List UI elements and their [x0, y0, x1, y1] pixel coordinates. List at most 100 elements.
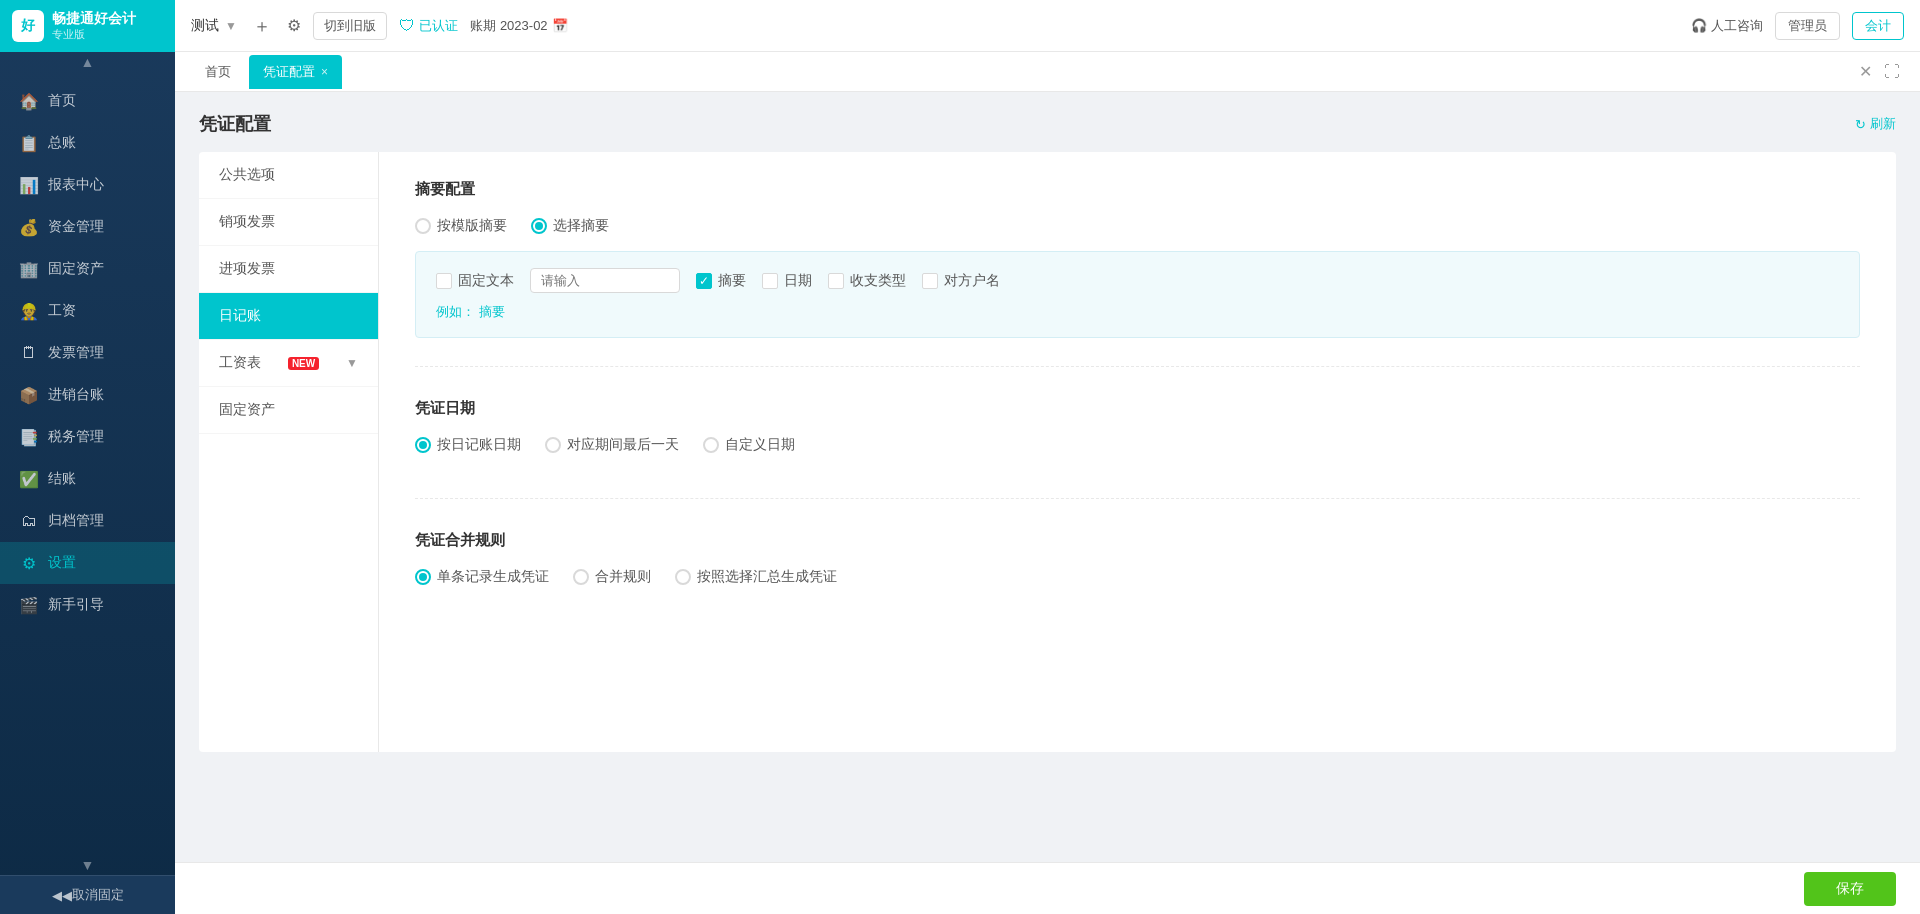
sidebar-label-settle: 结账 [48, 470, 76, 488]
radio-merge-rule-label: 合并规则 [595, 568, 651, 586]
sidebar-item-invoice[interactable]: 🗒 发票管理 [0, 332, 175, 374]
date-checkbox [762, 273, 778, 289]
radio-journal-date[interactable]: 按日记账日期 [415, 436, 521, 454]
merge-section-title: 凭证合并规则 [415, 531, 1860, 550]
abstract-label: 摘要 [718, 272, 746, 290]
save-button[interactable]: 保存 [1804, 872, 1896, 906]
accountant-button[interactable]: 会计 [1852, 12, 1904, 40]
sidebar-item-home[interactable]: 🏠 首页 [0, 80, 175, 122]
expand-window-button[interactable]: ⛶ [1880, 63, 1904, 81]
config-panel: 摘要配置 按模版摘要 选择摘要 [379, 152, 1896, 752]
guide-icon: 🎬 [20, 596, 38, 614]
checkbox-date[interactable]: 日期 [762, 272, 812, 290]
fixed-text-label: 固定文本 [458, 272, 514, 290]
certified-badge: 🛡 已认证 [399, 17, 458, 35]
sidebar-item-salary[interactable]: 👷 工资 [0, 290, 175, 332]
sidebar: 好 畅捷通好会计 专业版 ▲ 🏠 首页 📋 总账 📊 报表中心 💰 资金管理 🏢… [0, 0, 175, 914]
merge-radio-group: 单条记录生成凭证 合并规则 按照选择汇总生成凭证 [415, 568, 1860, 586]
left-nav-journal[interactable]: 日记账 [199, 293, 378, 340]
logo-icon: 好 [12, 10, 44, 42]
left-nav-public[interactable]: 公共选项 [199, 152, 378, 199]
close-window-button[interactable]: ✕ [1855, 62, 1876, 81]
radio-merge-rule[interactable]: 合并规则 [573, 568, 651, 586]
radio-custom-date[interactable]: 自定义日期 [703, 436, 795, 454]
date-section: 凭证日期 按日记账日期 对应期间最后一天 自定义日期 [415, 399, 1860, 499]
company-selector[interactable]: 测试 ▼ [191, 17, 237, 35]
sidebar-item-archive[interactable]: 🗂 归档管理 [0, 500, 175, 542]
fixed-text-input[interactable] [530, 268, 680, 293]
left-nav-payroll[interactable]: 工资表 NEW ▼ [199, 340, 378, 387]
sidebar-item-trade[interactable]: 📦 进销台账 [0, 374, 175, 416]
sidebar-item-tax[interactable]: 📑 税务管理 [0, 416, 175, 458]
cancel-fixed-button[interactable]: ◀◀ 取消固定 [0, 875, 175, 914]
left-nav-journal-label: 日记账 [219, 307, 261, 325]
radio-custom-date-circle [703, 437, 719, 453]
radio-summary-circle [675, 569, 691, 585]
radio-template-abstract[interactable]: 按模版摘要 [415, 217, 507, 235]
sidebar-label-reports: 报表中心 [48, 176, 104, 194]
radio-select-label: 选择摘要 [553, 217, 609, 235]
sidebar-scroll-up[interactable]: ▲ [0, 52, 175, 72]
sidebar-label-guide: 新手引导 [48, 596, 104, 614]
tab-close-icon[interactable]: × [321, 65, 328, 79]
sidebar-label-tax: 税务管理 [48, 428, 104, 446]
left-nav-purchase[interactable]: 进项发票 [199, 246, 378, 293]
example-value: 摘要 [479, 304, 505, 319]
sidebar-item-settle[interactable]: ✅ 结账 [0, 458, 175, 500]
checkbox-fixed-text[interactable]: 固定文本 [436, 272, 514, 290]
left-nav-fixed-assets[interactable]: 固定资产 [199, 387, 378, 434]
sidebar-label-archive: 归档管理 [48, 512, 104, 530]
period-value: 2023-02 [500, 18, 548, 33]
refresh-button[interactable]: ↻ 刷新 [1855, 115, 1896, 133]
sidebar-item-ledger[interactable]: 📋 总账 [0, 122, 175, 164]
sidebar-item-assets[interactable]: 🏢 固定资产 [0, 248, 175, 290]
counterpart-label: 对方户名 [944, 272, 1000, 290]
add-button[interactable]: ＋ [249, 14, 275, 38]
radio-single[interactable]: 单条记录生成凭证 [415, 568, 549, 586]
main-layout: 公共选项 销项发票 进项发票 日记账 工资表 NEW ▼ 固定资产 [199, 152, 1896, 752]
checkbox-abstract[interactable]: ✓ 摘要 [696, 272, 746, 290]
shield-icon: 🛡 [399, 17, 415, 35]
period-text: 账期 [470, 17, 496, 35]
left-nav-sales[interactable]: 销项发票 [199, 199, 378, 246]
radio-single-label: 单条记录生成凭证 [437, 568, 549, 586]
page-content: 凭证配置 ↻ 刷新 公共选项 销项发票 进项发票 日记账 [175, 92, 1920, 914]
period-display: 账期 2023-02 📅 [470, 17, 568, 35]
left-nav-payroll-label: 工资表 [219, 354, 261, 372]
tab-voucher-label: 凭证配置 [263, 63, 315, 81]
tab-home[interactable]: 首页 [191, 55, 245, 89]
merge-section: 凭证合并规则 单条记录生成凭证 合并规则 按照选择汇总生成凭证 [415, 531, 1860, 630]
manager-button[interactable]: 管理员 [1775, 12, 1840, 40]
settings-gear-icon[interactable]: ⚙ [287, 16, 301, 35]
radio-select-abstract[interactable]: 选择摘要 [531, 217, 609, 235]
headphone-icon: 🎧 [1691, 18, 1707, 33]
radio-period-last[interactable]: 对应期间最后一天 [545, 436, 679, 454]
sidebar-item-reports[interactable]: 📊 报表中心 [0, 164, 175, 206]
oldver-button[interactable]: 切到旧版 [313, 12, 387, 40]
abstract-section: 摘要配置 按模版摘要 选择摘要 [415, 180, 1860, 367]
date-label: 日期 [784, 272, 812, 290]
left-nav-fixed-assets-label: 固定资产 [219, 401, 275, 419]
tab-voucher-config[interactable]: 凭证配置 × [249, 55, 342, 89]
sidebar-item-funds[interactable]: 💰 资金管理 [0, 206, 175, 248]
checkbox-pay-type[interactable]: 收支类型 [828, 272, 906, 290]
left-nav-sales-label: 销项发票 [219, 213, 275, 231]
pay-type-checkbox [828, 273, 844, 289]
counterpart-checkbox [922, 273, 938, 289]
cancel-fixed-label: 取消固定 [72, 886, 124, 904]
sidebar-scroll-down[interactable]: ▼ [0, 855, 175, 875]
sidebar-label-funds: 资金管理 [48, 218, 104, 236]
service-button[interactable]: 🎧 人工咨询 [1691, 17, 1763, 35]
abstract-example: 例如： 摘要 [436, 303, 1839, 321]
sidebar-nav: 🏠 首页 📋 总账 📊 报表中心 💰 资金管理 🏢 固定资产 👷 工资 🗒 发票… [0, 72, 175, 855]
page-title-row: 凭证配置 ↻ 刷新 [199, 112, 1896, 136]
tab-home-label: 首页 [205, 63, 231, 81]
radio-summary[interactable]: 按照选择汇总生成凭证 [675, 568, 837, 586]
radio-select-circle [531, 218, 547, 234]
sidebar-item-settings[interactable]: ⚙ 设置 [0, 542, 175, 584]
service-label: 人工咨询 [1711, 17, 1763, 35]
sidebar-item-guide[interactable]: 🎬 新手引导 [0, 584, 175, 626]
checkbox-counterpart[interactable]: 对方户名 [922, 272, 1000, 290]
logo-text-group: 畅捷通好会计 专业版 [52, 10, 136, 42]
cancel-fixed-arrow: ◀◀ [52, 888, 72, 903]
